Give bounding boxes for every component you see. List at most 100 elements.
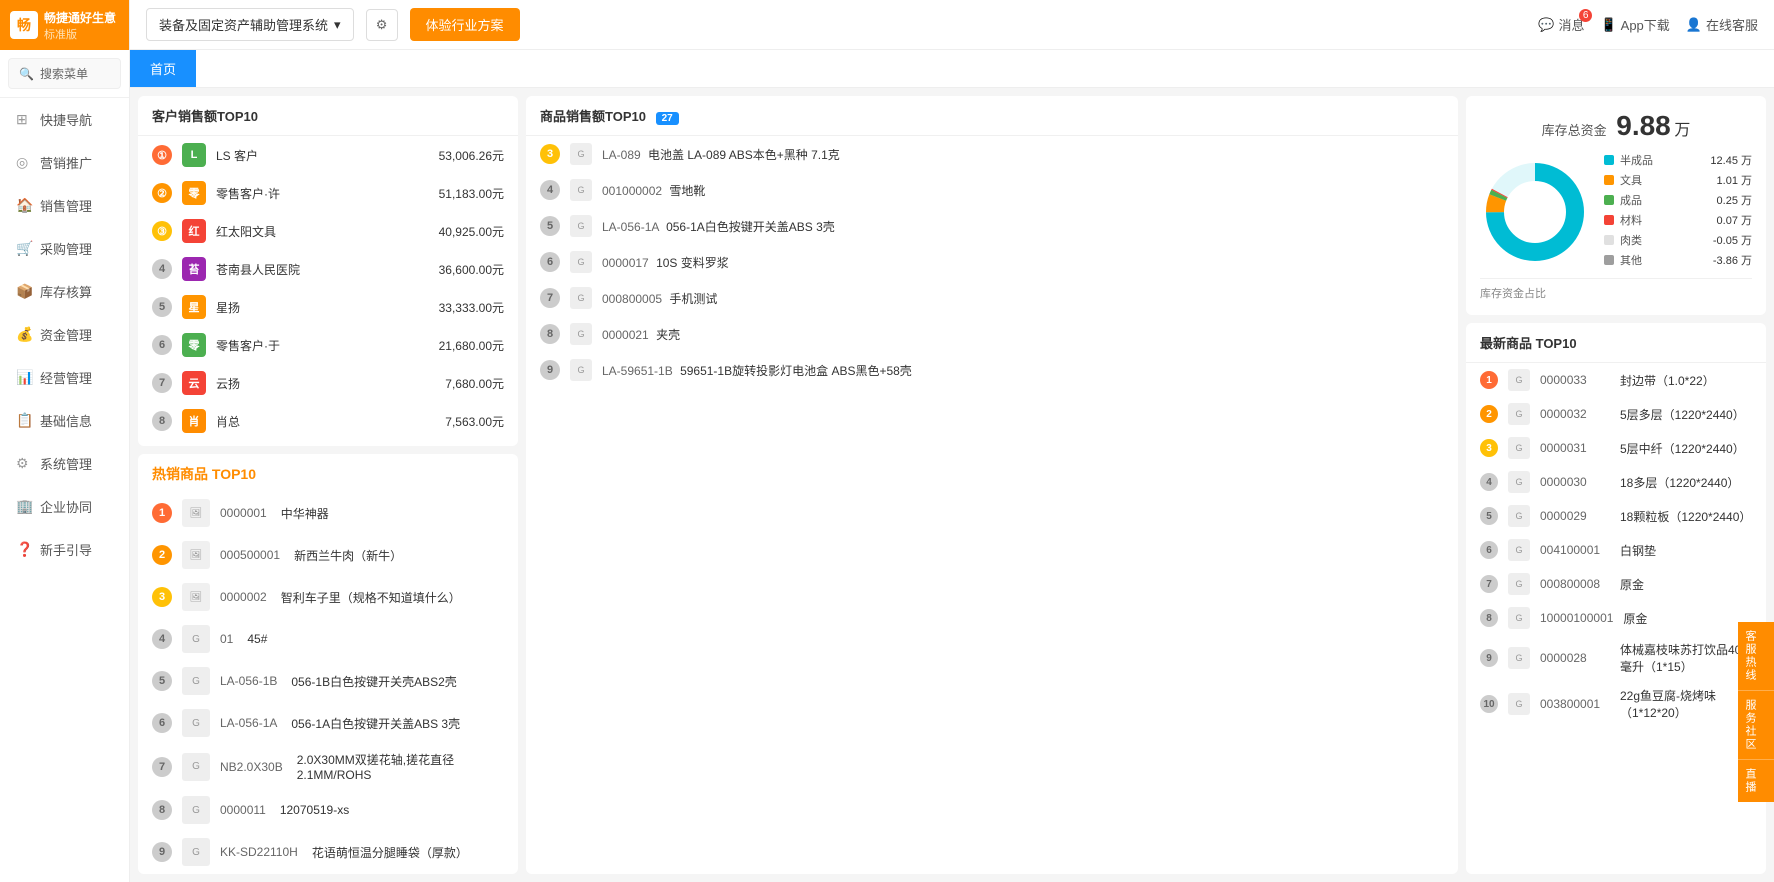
legend-color — [1604, 195, 1614, 205]
product-image: G — [570, 251, 592, 273]
customer-avatar: 苔 — [182, 257, 206, 281]
legend-name: 肉类 — [1620, 232, 1707, 248]
sidebar-item-finance[interactable]: 💰资金管理 — [0, 313, 129, 356]
legend-name: 文具 — [1620, 172, 1711, 188]
product-image: G — [570, 287, 592, 309]
rank-number: 8 — [152, 411, 172, 431]
product-image: G — [1508, 437, 1530, 459]
float-button-客服热线[interactable]: 客服热线 — [1738, 622, 1774, 691]
product-name: 45# — [247, 632, 267, 646]
product-image: G — [570, 323, 592, 345]
hot-products-card: 热销商品 TOP10 1 🖼 0000001 中华神器 2 🖼 00050000… — [138, 454, 518, 874]
product-name: 056-1A白色按键开关盖ABS 3壳 — [291, 715, 460, 732]
search-label: 搜索菜单 — [40, 65, 88, 82]
legend-item: 半成品 12.45 万 — [1604, 152, 1752, 168]
product-code: LA-056-1A — [220, 716, 277, 730]
sidebar-item-inventory[interactable]: 📦库存核算 — [0, 270, 129, 313]
try-button[interactable]: 体验行业方案 — [410, 8, 520, 41]
hot-products-title: 热销商品 TOP10 — [152, 464, 504, 484]
rank-number: 9 — [152, 842, 172, 862]
customer-ranking-list: ① L LS 客户 53,006.26元 ② 零 零售客户·许 51,183.0… — [138, 136, 518, 446]
hot-product-item: 1 🖼 0000001 中华神器 — [138, 492, 518, 534]
sidebar-item-label: 库存核算 — [40, 282, 92, 301]
gear-button[interactable]: ⚙ — [366, 9, 398, 41]
float-button-服务社区[interactable]: 服务社区 — [1738, 691, 1774, 760]
customer-amount: 21,680.00元 — [439, 337, 504, 354]
product-name: 10S 变料罗浆 — [656, 256, 729, 270]
rank-number: 4 — [152, 629, 172, 649]
product-code: 0000032 — [1540, 407, 1610, 421]
customer-ranking-item: 8 肖 肖总 7,563.00元 — [138, 402, 518, 440]
product-image: G — [182, 625, 210, 653]
hot-product-item: 3 🖼 0000002 智利车子里（规格不知道填什么） — [138, 576, 518, 618]
rank-number: 7 — [152, 757, 172, 777]
product-name: 056-1A白色按键开关盖ABS 3壳 — [666, 220, 835, 234]
tab-home[interactable]: 首页 — [130, 50, 196, 87]
sidebar-item-guide[interactable]: ❓新手引导 — [0, 528, 129, 571]
new-product-item: 6 G 004100001 白钢垫 — [1466, 533, 1766, 567]
sidebar-item-quick-nav[interactable]: ⊞快捷导航 — [0, 98, 129, 141]
inventory-card: 库存总资金 9.88 万 — [1466, 96, 1766, 315]
product-code: 000500001 — [220, 548, 280, 562]
product-name: 花语萌恒温分腿睡袋（厚款） — [312, 844, 468, 861]
float-button-直播[interactable]: 直播 — [1738, 760, 1774, 802]
rank-number: 3 — [540, 144, 560, 164]
product-code: KK-SD22110H — [220, 845, 298, 859]
rank-number: 9 — [540, 360, 560, 380]
product-name: 2.0X30MM双搓花轴,搓花直径2.1MM/ROHS — [297, 751, 504, 782]
sidebar-item-basic[interactable]: 📋基础信息 — [0, 399, 129, 442]
system-selector[interactable]: 装备及固定资产辅助管理系统 ▾ — [146, 8, 354, 41]
product-image: G — [570, 179, 592, 201]
product-code: 000800008 — [1540, 577, 1610, 591]
product-sales-card: 商品销售额TOP10 27 3 G LA-089 电池盖 LA-089 ABS本… — [526, 96, 1458, 874]
customer-amount: 51,183.00元 — [439, 185, 504, 202]
app-download-button[interactable]: 📱 App下载 — [1600, 15, 1669, 34]
sidebar-item-operations[interactable]: 📊经营管理 — [0, 356, 129, 399]
product-name: 22g鱼豆腐-烧烤味（1*12*20） — [1620, 687, 1752, 721]
online-service-button[interactable]: 👤 在线客服 — [1686, 15, 1758, 34]
product-code: 000800005 — [602, 292, 662, 306]
rank-number: 4 — [1480, 473, 1498, 491]
system-name: 装备及固定资产辅助管理系统 — [159, 15, 328, 34]
rank-number: 6 — [152, 335, 172, 355]
hot-product-item: 5 G LA-056-1B 056-1B白色按键开关壳ABS2壳 — [138, 660, 518, 702]
rank-number: 7 — [1480, 575, 1498, 593]
product-code: 003800001 — [1540, 697, 1610, 711]
legend-color — [1604, 215, 1614, 225]
new-product-item: 3 G 0000031 5层中纤（1220*2440） — [1466, 431, 1766, 465]
float-buttons: 客服热线服务社区直播 — [1738, 622, 1774, 802]
rank-number: 1 — [152, 503, 172, 523]
product-code: 0000030 — [1540, 475, 1610, 489]
sidebar-item-purchase[interactable]: 🛒采购管理 — [0, 227, 129, 270]
customer-avatar: 云 — [182, 371, 206, 395]
legend-color — [1604, 255, 1614, 265]
product-name: 夹壳 — [656, 328, 680, 342]
product-name: 封边带（1.0*22） — [1620, 372, 1752, 389]
customer-ranking-item: 4 苔 苍南县人民医院 36,600.00元 — [138, 250, 518, 288]
customer-ranking-item: 7 云 云扬 7,680.00元 — [138, 364, 518, 402]
legend-item: 肉类 -0.05 万 — [1604, 232, 1752, 248]
rank-number: ③ — [152, 221, 172, 241]
sidebar-search[interactable]: 🔍 搜索菜单 — [0, 50, 129, 98]
search-button[interactable]: 🔍 搜索菜单 — [8, 58, 121, 89]
product-name: 智利车子里（规格不知道填什么） — [281, 589, 461, 606]
messages-button[interactable]: 💬 消息 6 — [1538, 15, 1584, 34]
product-name: 原金 — [1623, 610, 1752, 627]
rank-number: 6 — [1480, 541, 1498, 559]
sidebar-item-enterprise[interactable]: 🏢企业协同 — [0, 485, 129, 528]
product-code: 01 — [220, 632, 233, 646]
customer-avatar: 零 — [182, 181, 206, 205]
legend-item: 文具 1.01 万 — [1604, 172, 1752, 188]
rank-number: 3 — [1480, 439, 1498, 457]
hot-product-item: 9 G KK-SD22110H 花语萌恒温分腿睡袋（厚款） — [138, 831, 518, 873]
product-code: 0000002 — [220, 590, 267, 604]
product-sales-header: 商品销售额TOP10 27 — [526, 96, 1458, 136]
basic-icon: 📋 — [16, 412, 32, 429]
product-name: 手机测试 — [669, 292, 717, 306]
product-sales-item: 6 G 0000017 10S 变料罗浆 — [526, 244, 1458, 280]
sidebar-item-marketing[interactable]: ◎营销推广 — [0, 141, 129, 184]
new-product-item: 7 G 000800008 原金 — [1466, 567, 1766, 601]
sidebar-item-system[interactable]: ⚙系统管理 — [0, 442, 129, 485]
product-image: G — [570, 359, 592, 381]
sidebar-item-sales[interactable]: 🏠销售管理 — [0, 184, 129, 227]
